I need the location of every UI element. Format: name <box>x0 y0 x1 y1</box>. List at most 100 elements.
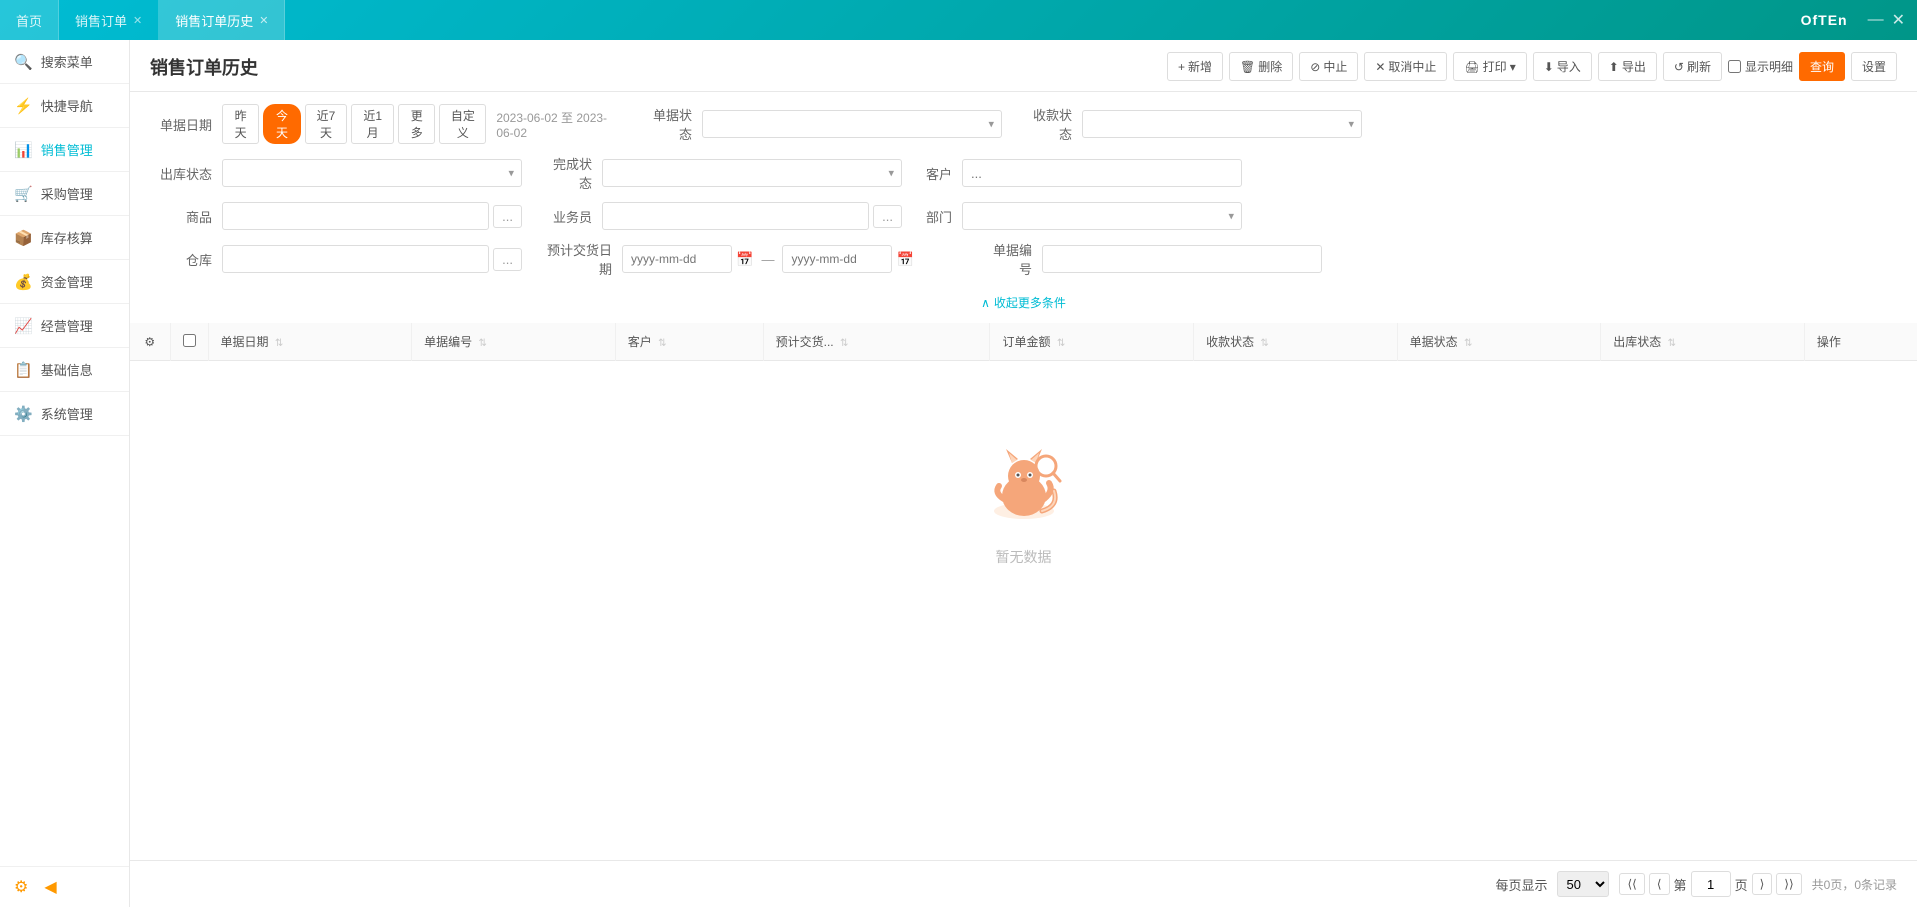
quick-nav-icon: ⚡ <box>14 97 33 115</box>
sidebar-item-system-mgmt[interactable]: ⚙️ 系统管理 <box>0 392 129 436</box>
sidebar-item-basic-info[interactable]: 📋 基础信息 <box>0 348 129 392</box>
warehouse-status-wrapper <box>222 159 522 187</box>
prev-page-button[interactable]: ⟨ <box>1649 873 1670 895</box>
th-receipt-status[interactable]: 收款状态 ⇅ <box>1194 323 1398 361</box>
refresh-button[interactable]: ↺ 刷新 <box>1663 52 1722 81</box>
tab-sales-order-label: 销售订单 <box>75 11 127 30</box>
tab-bar: 首页 销售订单 ✕ 销售订单历史 ✕ <box>0 0 1777 40</box>
sidebar-collapse-icon[interactable]: ◀ <box>44 877 56 897</box>
delete-button[interactable]: 🗑 删除 <box>1229 52 1293 81</box>
status-select[interactable] <box>702 110 1002 138</box>
per-page-select[interactable]: 10 20 50 100 <box>1557 871 1609 897</box>
window-minimize-icon[interactable]: — <box>1868 11 1884 29</box>
print-label: 打印 <box>1483 58 1507 75</box>
sidebar-item-quick-nav[interactable]: ⚡ 快捷导航 <box>0 84 129 128</box>
page-header: 销售订单历史 + 新增 🗑 删除 ⊘ 中止 ✕ <box>130 40 1917 92</box>
settings-icon[interactable]: ⚙ <box>144 335 155 349</box>
delete-label: 删除 <box>1258 58 1282 75</box>
next-page-button[interactable]: ⟩ <box>1752 873 1773 895</box>
tab-home[interactable]: 首页 <box>0 0 59 40</box>
empty-state: 暂无数据 <box>130 361 1917 647</box>
date-btn-today[interactable]: 今天 <box>263 104 300 144</box>
status-select-wrapper <box>702 110 1002 138</box>
last-page-button[interactable]: ⟩⟩ <box>1776 873 1801 895</box>
th-customer[interactable]: 客户 ⇅ <box>615 323 763 361</box>
sidebar-item-operations-label: 经营管理 <box>41 316 93 335</box>
date-btn-custom[interactable]: 自定义 <box>439 104 486 144</box>
complete-status-select[interactable] <box>602 159 902 187</box>
th-warehouse-status[interactable]: 出库状态 ⇅ <box>1601 323 1805 361</box>
collapse-row: ∧ 收起更多条件 <box>150 288 1897 311</box>
empty-state-illustration <box>974 441 1074 531</box>
sidebar-item-sales-mgmt-label: 销售管理 <box>41 140 93 159</box>
tab-sales-order-history-close[interactable]: ✕ <box>259 14 268 27</box>
calendar-from-icon[interactable]: 📅 <box>736 251 753 268</box>
filter-area: 单据日期 昨天 今天 近7天 近1月 更多 自定义 2023-06-02 至 2… <box>130 92 1917 323</box>
date-btn-1month[interactable]: 近1月 <box>351 104 394 144</box>
sidebar-item-purchase-mgmt-label: 采购管理 <box>41 184 93 203</box>
th-number[interactable]: 单据编号 ⇅ <box>412 323 616 361</box>
date-btn-yesterday[interactable]: 昨天 <box>222 104 259 144</box>
table-footer: 每页显示 10 20 50 100 ⟨⟨ ⟨ 第 页 ⟩ ⟩⟩ 共0页，0条记录 <box>130 860 1917 907</box>
receipt-status-select[interactable] <box>1082 110 1362 138</box>
empty-state-cell: 暂无数据 <box>130 361 1917 648</box>
tab-sales-order-close[interactable]: ✕ <box>133 14 142 27</box>
tab-sales-order[interactable]: 销售订单 ✕ <box>59 0 159 40</box>
salesperson-input[interactable] <box>602 202 869 230</box>
th-settings[interactable]: ⚙ <box>130 323 170 361</box>
show-details-checkbox[interactable] <box>1728 60 1741 73</box>
toolbar: + 新增 🗑 删除 ⊘ 中止 ✕ 取消中止 <box>1167 52 1897 81</box>
order-no-label: 单据编号 <box>982 240 1042 278</box>
tab-sales-order-history[interactable]: 销售订单历史 ✕ <box>159 0 285 40</box>
sidebar-item-sales-mgmt[interactable]: 📊 销售管理 <box>0 128 129 172</box>
department-select[interactable] <box>962 202 1242 230</box>
cancel-stop-button[interactable]: ✕ 取消中止 <box>1364 52 1447 81</box>
warehouse-input[interactable] <box>222 245 489 273</box>
first-page-button[interactable]: ⟨⟨ <box>1619 873 1644 895</box>
date-btn-7days[interactable]: 近7天 <box>305 104 348 144</box>
settings-button[interactable]: 设置 <box>1851 52 1897 81</box>
import-button[interactable]: ⬇ 导入 <box>1533 52 1592 81</box>
th-checkbox[interactable] <box>170 323 208 361</box>
salesperson-ellipsis-btn[interactable]: ... <box>873 205 902 228</box>
page-label-prefix: 第 <box>1674 875 1687 894</box>
empty-state-row: 暂无数据 <box>130 361 1917 648</box>
calendar-to-icon[interactable]: 📅 <box>896 251 913 268</box>
sidebar-item-finance[interactable]: 💰 资金管理 <box>0 260 129 304</box>
show-details-checkbox-label[interactable]: 显示明细 <box>1728 58 1793 75</box>
sidebar-item-purchase-mgmt[interactable]: 🛒 采购管理 <box>0 172 129 216</box>
th-delivery[interactable]: 预计交货... ⇅ <box>763 323 990 361</box>
add-button[interactable]: + 新增 <box>1167 52 1223 81</box>
warehouse-ellipsis-btn[interactable]: ... <box>493 248 522 271</box>
page-title-row: 销售订单历史 + 新增 🗑 删除 ⊘ 中止 ✕ <box>150 52 1897 81</box>
query-label: 查询 <box>1810 58 1834 75</box>
sidebar: 🔍 搜索菜单 ⚡ 快捷导航 📊 销售管理 🛒 采购管理 📦 库存核算 💰 资金管… <box>0 40 130 907</box>
customer-input[interactable] <box>962 159 1242 187</box>
page-number-input[interactable] <box>1691 871 1731 897</box>
select-all-checkbox[interactable] <box>183 334 196 347</box>
filter-row-2: 出库状态 完成状态 客户 <box>150 154 1897 192</box>
sidebar-item-inventory-label: 库存核算 <box>41 228 93 247</box>
refresh-icon: ↺ <box>1674 60 1684 74</box>
query-button[interactable]: 查询 <box>1799 52 1845 81</box>
sidebar-item-inventory[interactable]: 📦 库存核算 <box>0 216 129 260</box>
sort-customer-icon: ⇅ <box>658 338 666 349</box>
collapse-button[interactable]: ∧ 收起更多条件 <box>981 294 1066 311</box>
delivery-date-to[interactable] <box>782 245 892 273</box>
print-button[interactable]: 🖨 打印 ▾ <box>1453 52 1526 81</box>
th-date[interactable]: 单据日期 ⇅ <box>208 323 412 361</box>
th-doc-status[interactable]: 单据状态 ⇅ <box>1397 323 1601 361</box>
sidebar-item-operations[interactable]: 📈 经营管理 <box>0 304 129 348</box>
window-close-icon[interactable]: ✕ <box>1892 10 1905 30</box>
product-input[interactable] <box>222 202 489 230</box>
export-button[interactable]: ⬆ 导出 <box>1598 52 1657 81</box>
order-no-input[interactable] <box>1042 245 1322 273</box>
sidebar-settings-icon[interactable]: ⚙ <box>14 877 28 897</box>
stop-button[interactable]: ⊘ 中止 <box>1299 52 1358 81</box>
warehouse-status-select[interactable] <box>222 159 522 187</box>
th-amount[interactable]: 订单金额 ⇅ <box>990 323 1194 361</box>
date-btn-more[interactable]: 更多 <box>398 104 435 144</box>
sidebar-item-search-menu[interactable]: 🔍 搜索菜单 <box>0 40 129 84</box>
product-ellipsis-btn[interactable]: ... <box>493 205 522 228</box>
delivery-date-from[interactable] <box>622 245 732 273</box>
